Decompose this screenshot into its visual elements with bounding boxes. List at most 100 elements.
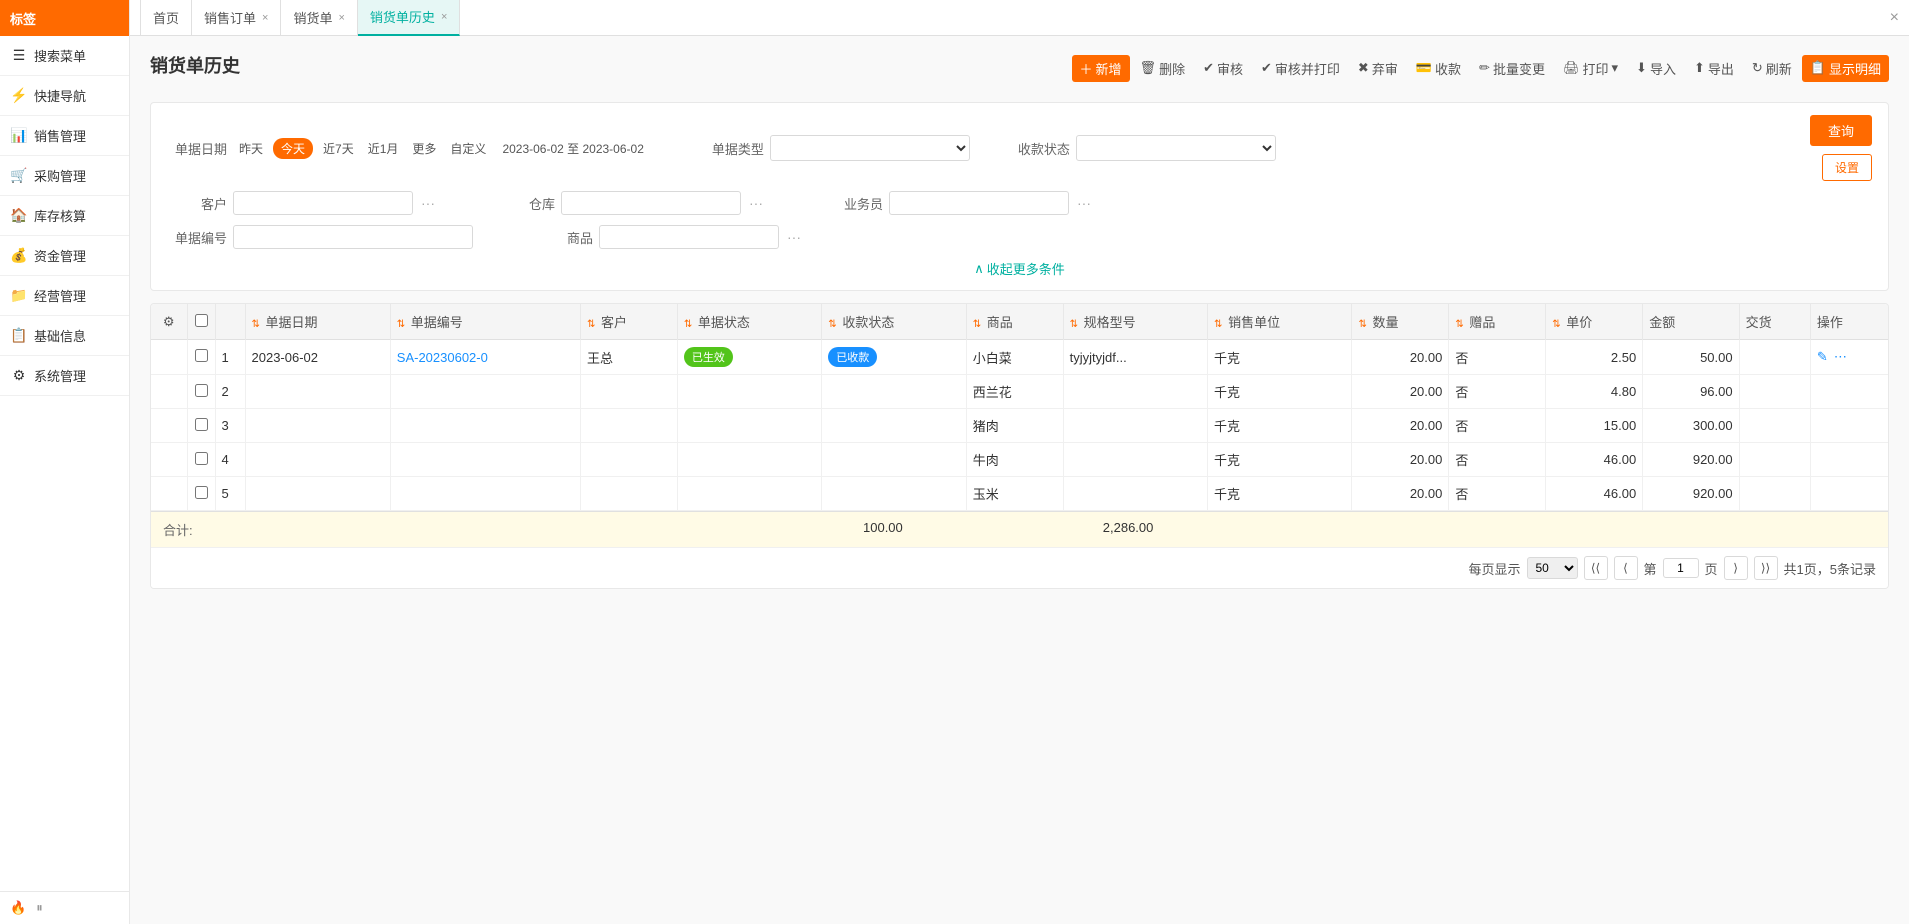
sidebar-item-label: 资金管理 [34, 246, 86, 265]
pause-icon[interactable]: ⏸ [36, 900, 43, 916]
row-qty: 20.00 [1352, 409, 1449, 443]
sidebar-item-ops[interactable]: 📁 经营管理 [0, 276, 129, 316]
row-checkbox[interactable] [187, 409, 215, 443]
abandon-button[interactable]: ✖ 弃审 [1350, 55, 1406, 82]
date-tab-today[interactable]: 今天 [273, 138, 313, 159]
sidebar-item-quick-nav[interactable]: ⚡ 快捷导航 [0, 76, 129, 116]
tab-close-icon[interactable]: × [441, 11, 447, 23]
collapse-button[interactable]: ∧ 收起更多条件 [167, 259, 1872, 278]
tab-label: 首页 [153, 8, 179, 27]
gift-column-header[interactable]: ⇅ 赠品 [1449, 304, 1546, 340]
doc-status-column-header[interactable]: ⇅ 单据状态 [677, 304, 821, 340]
prev-page-button[interactable]: ⟨ [1614, 556, 1638, 580]
tab-close-icon[interactable]: × [338, 12, 344, 24]
page-number-input[interactable] [1663, 558, 1699, 578]
pay-status-select[interactable] [1076, 135, 1276, 161]
gear-column-header[interactable]: ⚙ [151, 304, 187, 340]
warehouse-group: 仓库 ··· [495, 191, 763, 215]
row-pay-status [822, 443, 966, 477]
first-page-button[interactable]: ⟨⟨ [1584, 556, 1608, 580]
select-all-checkbox[interactable] [195, 314, 208, 327]
unit-column-header[interactable]: ⇅ 销售单位 [1208, 304, 1352, 340]
last-page-button[interactable]: ⟩⟩ [1754, 556, 1778, 580]
sidebar-item-sys-mgmt[interactable]: ⚙ 系统管理 [0, 356, 129, 396]
date-tab-custom[interactable]: 自定义 [446, 138, 490, 159]
staff-input[interactable] [889, 191, 1069, 215]
show-detail-button[interactable]: 📋 显示明细 [1802, 55, 1889, 82]
qty-column-header[interactable]: ⇅ 数量 [1352, 304, 1449, 340]
goods-input[interactable] [599, 225, 779, 249]
more-action[interactable]: ⋯ [1834, 349, 1847, 364]
doc-date-column-header[interactable]: ⇅ 单据日期 [245, 304, 390, 340]
row-checkbox[interactable] [187, 443, 215, 477]
fire-icon[interactable]: 🔥 [10, 900, 26, 916]
query-button[interactable]: 查询 [1810, 115, 1872, 146]
import-button[interactable]: ⬇ 导入 [1628, 55, 1684, 82]
new-button[interactable]: ＋ 新增 [1072, 55, 1130, 82]
row-idx: 5 [215, 477, 245, 511]
table-row: 3 猪肉 千克 20.00 否 15.00 300.00 [151, 409, 1888, 443]
staff-picker-icon[interactable]: ··· [1077, 195, 1091, 211]
customer-picker-icon[interactable]: ··· [421, 195, 435, 211]
spec-column-header[interactable]: ⇅ 规格型号 [1063, 304, 1207, 340]
doc-no-input[interactable] [233, 225, 473, 249]
row-trade [1739, 375, 1810, 409]
row-actions [1810, 375, 1888, 409]
page-label-pre: 第 [1644, 559, 1657, 578]
goods-picker-icon[interactable]: ··· [787, 229, 801, 245]
row-unit: 千克 [1208, 477, 1352, 511]
price-column-header[interactable]: ⇅ 单价 [1546, 304, 1643, 340]
customer-input[interactable] [233, 191, 413, 215]
filter-row-3: 单据编号 商品 ··· [167, 225, 1872, 249]
tab-sales-order[interactable]: 销售订单 × [192, 0, 281, 36]
sidebar-item-sales-mgmt[interactable]: 📊 销售管理 [0, 116, 129, 156]
tab-close-icon[interactable]: × [262, 12, 268, 24]
print-button[interactable]: 🖨 打印 ▾ [1555, 55, 1626, 82]
per-page-select[interactable]: 50 100 200 [1527, 557, 1578, 579]
set-button[interactable]: 设置 [1822, 154, 1872, 181]
sidebar-item-search-menu[interactable]: ☰ 搜索菜单 [0, 36, 129, 76]
next-page-button[interactable]: ⟩ [1724, 556, 1748, 580]
row-goods: 猪肉 [966, 409, 1063, 443]
close-window-icon[interactable]: × [1890, 9, 1899, 27]
doc-no-column-header[interactable]: ⇅ 单据编号 [390, 304, 580, 340]
edit-action[interactable]: ✎ [1817, 349, 1828, 364]
doc-type-select[interactable] [770, 135, 970, 161]
delete-button[interactable]: 🗑 删除 [1132, 55, 1194, 82]
tab-sales-history[interactable]: 销货单历史 × [358, 0, 460, 36]
warehouse-input[interactable] [561, 191, 741, 215]
batch-change-button[interactable]: ✏ 批量变更 [1471, 55, 1553, 82]
row-doc-date [245, 375, 390, 409]
warehouse-picker-icon[interactable]: ··· [749, 195, 763, 211]
row-checkbox[interactable] [187, 340, 215, 375]
refresh-button[interactable]: ↻ 刷新 [1744, 55, 1800, 82]
date-tab-more[interactable]: 更多 [408, 138, 440, 159]
total-info: 共1页，5条记录 [1784, 559, 1876, 578]
date-tab-yesterday[interactable]: 昨天 [235, 138, 267, 159]
sidebar-item-inventory[interactable]: 🏠 库存核算 [0, 196, 129, 236]
sidebar-item-basic-info[interactable]: 📋 基础信息 [0, 316, 129, 356]
row-checkbox[interactable] [187, 375, 215, 409]
row-actions [1810, 409, 1888, 443]
row-amount: 96.00 [1643, 375, 1739, 409]
tab-sales-goods[interactable]: 销货单 × [281, 0, 357, 36]
customer-column-header[interactable]: ⇅ 客户 [580, 304, 677, 340]
sidebar-item-purchase-mgmt[interactable]: 🛒 采购管理 [0, 156, 129, 196]
export-button[interactable]: ⬆ 导出 [1686, 55, 1742, 82]
audit-button[interactable]: ✔ 审核 [1195, 55, 1251, 82]
query-btns: 查询 设置 [1810, 115, 1872, 181]
row-doc-no [390, 409, 580, 443]
row-doc-no[interactable]: SA-20230602-0 [390, 340, 580, 375]
pay-status-column-header[interactable]: ⇅ 收款状态 [822, 304, 966, 340]
row-checkbox[interactable] [187, 477, 215, 511]
row-unit: 千克 [1208, 340, 1352, 375]
tab-home[interactable]: 首页 [140, 0, 192, 36]
warehouse-label: 仓库 [495, 194, 555, 213]
sidebar-item-finance[interactable]: 💰 资金管理 [0, 236, 129, 276]
audit-print-button[interactable]: ✔ 审核并打印 [1253, 55, 1348, 82]
table-row: 1 2023-06-02 SA-20230602-0 王总 已生效 已收款 小白… [151, 340, 1888, 375]
goods-column-header[interactable]: ⇅ 商品 [966, 304, 1063, 340]
collect-button[interactable]: 💳 收款 [1408, 55, 1469, 82]
date-tab-1month[interactable]: 近1月 [364, 138, 403, 159]
date-tab-7days[interactable]: 近7天 [319, 138, 358, 159]
